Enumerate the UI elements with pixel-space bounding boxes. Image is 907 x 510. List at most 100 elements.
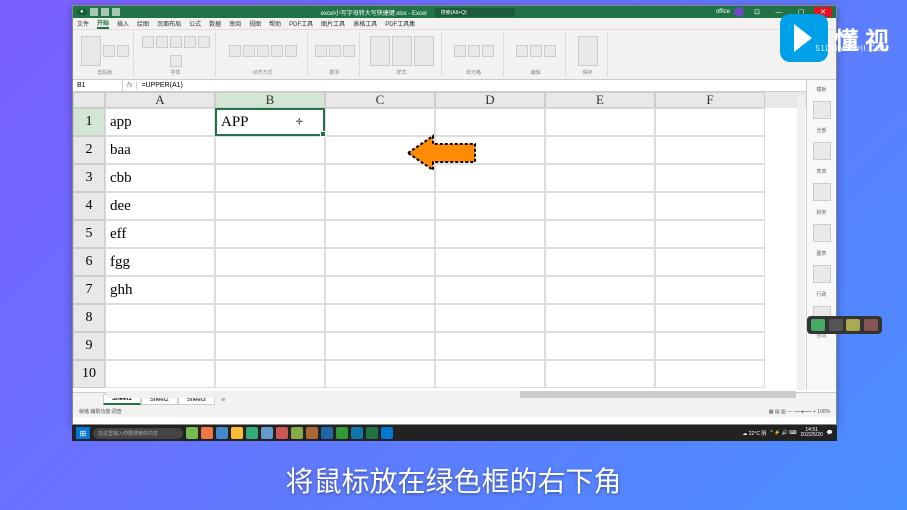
delete-cell-button[interactable]: [468, 45, 480, 57]
tab-file[interactable]: 文件: [77, 19, 89, 28]
tab-home[interactable]: 开始: [97, 18, 109, 29]
row-header[interactable]: 6: [73, 248, 105, 276]
row-header[interactable]: 9: [73, 332, 105, 360]
cell[interactable]: [105, 332, 215, 360]
cell[interactable]: [215, 248, 325, 276]
italic-button[interactable]: [156, 36, 168, 48]
currency-button[interactable]: [315, 45, 327, 57]
cell[interactable]: [655, 248, 765, 276]
tb-app-10[interactable]: [321, 427, 333, 439]
cell[interactable]: [105, 304, 215, 332]
col-header-b[interactable]: B: [215, 92, 325, 108]
redo-icon[interactable]: [112, 8, 120, 16]
autosave-toggle[interactable]: ●: [77, 9, 87, 15]
cell[interactable]: [655, 360, 765, 388]
tb-app-11[interactable]: [336, 427, 348, 439]
cell[interactable]: [545, 360, 655, 388]
row-header[interactable]: 3: [73, 164, 105, 192]
ft-btn-3[interactable]: [846, 319, 860, 331]
ft-btn-4[interactable]: [864, 319, 878, 331]
cell[interactable]: cbb: [105, 164, 215, 192]
tab-table[interactable]: 表格工具: [353, 19, 377, 28]
cell[interactable]: fgg: [105, 248, 215, 276]
cell[interactable]: [215, 360, 325, 388]
cloud-save-button[interactable]: [578, 36, 598, 66]
col-header-a[interactable]: A: [105, 92, 215, 108]
cell[interactable]: [435, 248, 545, 276]
row-header[interactable]: 1: [73, 108, 105, 136]
cell[interactable]: [435, 276, 545, 304]
cell[interactable]: [545, 304, 655, 332]
cell[interactable]: ghh: [105, 276, 215, 304]
row-header[interactable]: 8: [73, 304, 105, 332]
fx-icon[interactable]: fx: [123, 82, 137, 89]
cell[interactable]: [545, 108, 655, 136]
tab-pdfset[interactable]: PDF工具集: [385, 19, 415, 28]
cell[interactable]: [215, 136, 325, 164]
tab-layout[interactable]: 页面布局: [157, 19, 181, 28]
cell[interactable]: [655, 108, 765, 136]
tb-app-6[interactable]: [261, 427, 273, 439]
cell[interactable]: [325, 360, 435, 388]
cell[interactable]: [435, 304, 545, 332]
cell[interactable]: [325, 248, 435, 276]
cell[interactable]: [545, 192, 655, 220]
cond-format-button[interactable]: [370, 36, 390, 66]
cell[interactable]: [325, 304, 435, 332]
tab-img[interactable]: 图片工具: [321, 19, 345, 28]
cell[interactable]: APP✛: [215, 108, 325, 136]
cell[interactable]: [325, 192, 435, 220]
format-cell-button[interactable]: [482, 45, 494, 57]
cell[interactable]: [435, 360, 545, 388]
cell[interactable]: [325, 220, 435, 248]
cell[interactable]: [655, 164, 765, 192]
tb-app-2[interactable]: [201, 427, 213, 439]
ribbon-options-icon[interactable]: ⊡: [748, 7, 766, 17]
tray-icons[interactable]: ^ ⚡ 🔊 ⌨: [770, 430, 796, 436]
cell[interactable]: [545, 332, 655, 360]
row-header[interactable]: 10: [73, 360, 105, 388]
tab-data[interactable]: 数据: [209, 19, 221, 28]
percent-button[interactable]: [329, 45, 341, 57]
cell[interactable]: [655, 304, 765, 332]
cell[interactable]: [215, 332, 325, 360]
font-color-button[interactable]: [170, 55, 182, 67]
bold-button[interactable]: [142, 36, 154, 48]
tab-review[interactable]: 审阅: [229, 19, 241, 28]
wrap-button[interactable]: [271, 45, 283, 57]
row-header[interactable]: 4: [73, 192, 105, 220]
taskbar-search[interactable]: 在这里输入你要搜索的内容: [93, 428, 183, 439]
cell[interactable]: [655, 136, 765, 164]
cell[interactable]: [545, 276, 655, 304]
tb-app-4[interactable]: [231, 427, 243, 439]
tab-insert[interactable]: 插入: [117, 19, 129, 28]
tb-app-9[interactable]: [306, 427, 318, 439]
tab-pdf[interactable]: PDF工具: [289, 19, 313, 28]
cell[interactable]: [325, 276, 435, 304]
cell[interactable]: [435, 332, 545, 360]
find-button[interactable]: [544, 45, 556, 57]
table-format-button[interactable]: [392, 36, 412, 66]
save-icon[interactable]: [90, 8, 98, 16]
tab-view[interactable]: 视图: [249, 19, 261, 28]
tb-app-8[interactable]: [291, 427, 303, 439]
cell[interactable]: [435, 220, 545, 248]
tb-excel-icon[interactable]: [366, 427, 378, 439]
notification-icon[interactable]: 💬: [827, 430, 833, 436]
comma-button[interactable]: [343, 45, 355, 57]
tb-app-1[interactable]: [186, 427, 198, 439]
cell[interactable]: [655, 276, 765, 304]
paste-button[interactable]: [81, 36, 101, 66]
align-center-button[interactable]: [243, 45, 255, 57]
tpl-all-icon[interactable]: [813, 101, 831, 119]
cell[interactable]: [545, 136, 655, 164]
sort-button[interactable]: [530, 45, 542, 57]
align-left-button[interactable]: [229, 45, 241, 57]
tpl-chart-icon[interactable]: [813, 224, 831, 242]
row-header[interactable]: 2: [73, 136, 105, 164]
cell[interactable]: dee: [105, 192, 215, 220]
cell[interactable]: [215, 276, 325, 304]
cell[interactable]: [545, 164, 655, 192]
cell[interactable]: [105, 360, 215, 388]
horizontal-scrollbar[interactable]: [107, 391, 796, 398]
